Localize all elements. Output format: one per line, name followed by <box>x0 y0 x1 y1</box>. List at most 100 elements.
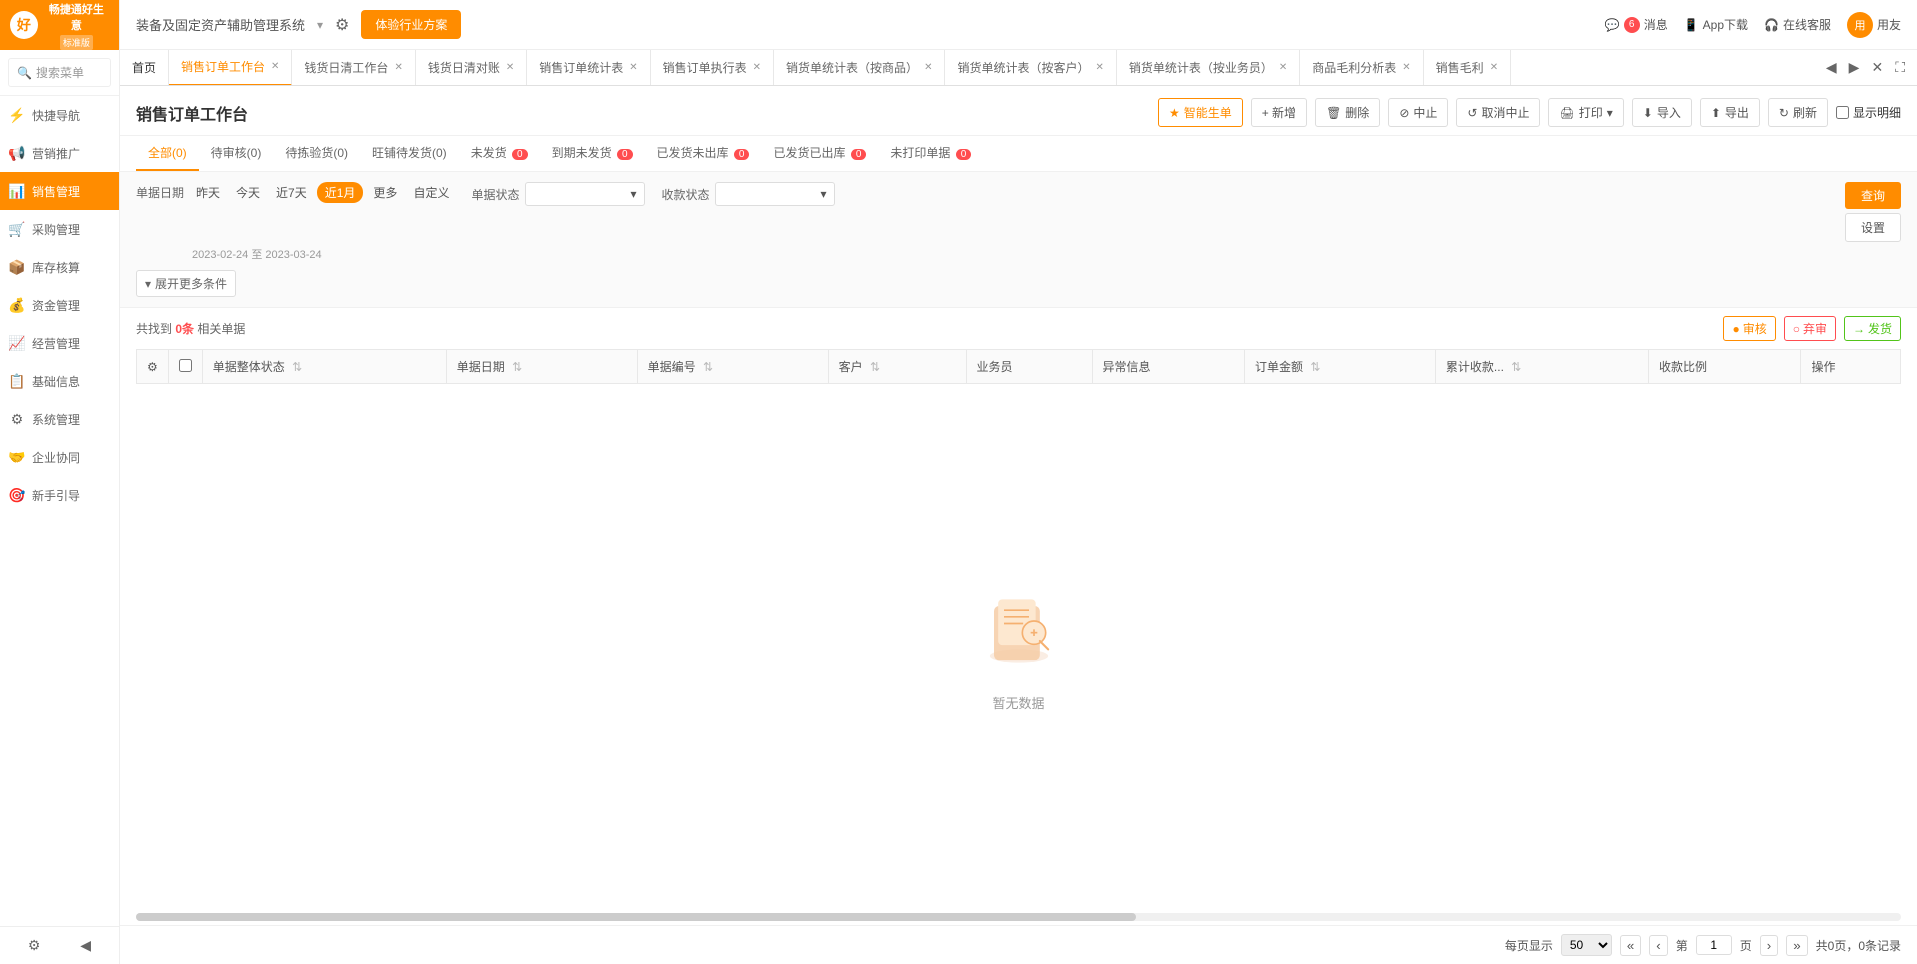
last-page-button[interactable]: » <box>1786 935 1807 956</box>
online-support-item[interactable]: 🎧 在线客服 <box>1764 16 1831 33</box>
sidebar-item-basic[interactable]: 📋 基础信息 <box>0 362 119 400</box>
show-detail-checkbox[interactable] <box>1836 106 1849 119</box>
tab-next-button[interactable]: ▶ <box>1845 57 1864 78</box>
sort-amount-icon[interactable]: ⇅ <box>1310 360 1320 374</box>
tab-close-cash-reconcile[interactable]: ✕ <box>506 62 514 73</box>
tab-sales-product-stat[interactable]: 销货单统计表（按商品） ✕ <box>774 50 945 86</box>
subtab-pending-review[interactable]: 待审核(0) <box>199 136 274 171</box>
subtab-shipped-out[interactable]: 已发货已出库 0 <box>761 136 878 171</box>
trial-button[interactable]: 体验行业方案 <box>361 10 461 39</box>
search-menu-button[interactable]: 🔍 搜索菜单 <box>8 58 111 87</box>
th-settings[interactable]: ⚙ <box>137 350 169 384</box>
sort-date-icon[interactable]: ⇅ <box>512 360 522 374</box>
scrollbar-thumb[interactable] <box>136 913 1136 921</box>
user-name: 用友 <box>1877 16 1901 33</box>
sidebar-item-finance[interactable]: 💰 资金管理 <box>0 286 119 324</box>
prev-page-button[interactable]: ‹ <box>1649 935 1667 956</box>
subtab-wangpu-pending[interactable]: 旺铺待发货(0) <box>360 136 459 171</box>
tab-close-sales-workbench[interactable]: ✕ <box>271 61 279 72</box>
export-button[interactable]: ⬆ 导出 <box>1700 98 1760 127</box>
tab-close-sales-execute[interactable]: ✕ <box>753 62 761 73</box>
tab-maximize-button[interactable]: ⛶ <box>1891 57 1909 78</box>
sort-customer-icon[interactable]: ⇅ <box>870 360 880 374</box>
subtab-pending-inspect[interactable]: 待拣验货(0) <box>273 136 360 171</box>
subtab-shipped-not-out[interactable]: 已发货未出库 0 <box>645 136 762 171</box>
per-page-select[interactable]: 10 20 50 100 <box>1561 934 1612 956</box>
tab-sales-staff-stat[interactable]: 销货单统计表（按业务员） ✕ <box>1117 50 1300 86</box>
tab-close-sales-staff-stat[interactable]: ✕ <box>1279 62 1287 73</box>
tab-cash-reconcile[interactable]: 钱货日清对账 ✕ <box>416 50 527 86</box>
date-1month[interactable]: 近1月 <box>317 182 364 203</box>
sidebar-item-marketing[interactable]: 📢 营销推广 <box>0 134 119 172</box>
reject-button[interactable]: ○ 弃审 <box>1784 316 1836 341</box>
sort-status-icon[interactable]: ⇅ <box>292 360 302 374</box>
subtab-unprinted[interactable]: 未打印单据 0 <box>878 136 983 171</box>
sidebar-item-system[interactable]: ⚙ 系统管理 <box>0 400 119 438</box>
system-label: 系统管理 <box>32 411 80 428</box>
receipt-select[interactable]: ▾ <box>715 182 835 206</box>
tab-sales-workbench[interactable]: 销售订单工作台 ✕ <box>169 50 292 86</box>
tab-prev-button[interactable]: ◀ <box>1822 57 1841 78</box>
search-area[interactable]: 🔍 搜索菜单 <box>0 50 119 96</box>
messages-item[interactable]: 💬 6 消息 <box>1605 16 1668 33</box>
refresh-button[interactable]: ↻ 刷新 <box>1768 98 1828 127</box>
ship-button[interactable]: → 发货 <box>1844 316 1901 341</box>
ai-generate-button[interactable]: ★ 智能生单 <box>1158 98 1243 127</box>
import-button[interactable]: ⬇ 导入 <box>1632 98 1692 127</box>
tab-close-sales-gross[interactable]: ✕ <box>1490 62 1498 73</box>
sidebar-item-sales[interactable]: 📊 销售管理 <box>0 172 119 210</box>
sidebar-item-inventory[interactable]: 📦 库存核算 <box>0 248 119 286</box>
tab-close-all-button[interactable]: ✕ <box>1867 57 1887 78</box>
date-custom[interactable]: 自定义 <box>407 182 455 203</box>
settings-button[interactable]: 设置 <box>1845 213 1901 242</box>
approve-button[interactable]: ● 审核 <box>1723 316 1775 341</box>
topbar-settings-icon[interactable]: ⚙ <box>335 15 349 35</box>
cancel-stop-button[interactable]: ↺ 取消中止 <box>1456 98 1540 127</box>
sidebar-settings-button[interactable]: ⚙ <box>24 935 45 956</box>
tab-close-sales-stat[interactable]: ✕ <box>629 62 637 73</box>
stop-button[interactable]: ⊘ 中止 <box>1388 98 1448 127</box>
tab-close-cash-daily[interactable]: ✕ <box>394 62 402 73</box>
tab-sales-execute[interactable]: 销售订单执行表 ✕ <box>651 50 774 86</box>
sidebar-item-enterprise[interactable]: 🤝 企业协同 <box>0 438 119 476</box>
date-today[interactable]: 今天 <box>230 182 266 203</box>
tab-product-gross[interactable]: 商品毛利分析表 ✕ <box>1300 50 1423 86</box>
tab-cash-daily[interactable]: 钱货日清工作台 ✕ <box>292 50 415 86</box>
th-staff-label: 业务员 <box>977 360 1013 374</box>
date-yesterday[interactable]: 昨天 <box>190 182 226 203</box>
subtab-overdue-unshipped[interactable]: 到期未发货 0 <box>540 136 645 171</box>
subtab-all[interactable]: 全部(0) <box>136 136 199 171</box>
subtab-unshipped[interactable]: 未发货 0 <box>459 136 540 171</box>
user-item[interactable]: 用 用友 <box>1847 12 1901 38</box>
delete-button[interactable]: 🗑 删除 <box>1315 98 1380 127</box>
first-page-button[interactable]: « <box>1620 935 1641 956</box>
sidebar-collapse-button[interactable]: ◀ <box>76 935 95 956</box>
tab-home[interactable]: 首页 <box>120 50 169 86</box>
sidebar-item-newbie[interactable]: 🎯 新手引导 <box>0 476 119 514</box>
horizontal-scrollbar[interactable] <box>136 913 1901 921</box>
th-checkbox[interactable] <box>168 350 202 384</box>
tab-sales-customer-stat[interactable]: 销货单统计表（按客户） ✕ <box>945 50 1116 86</box>
next-page-button[interactable]: › <box>1760 935 1778 956</box>
query-button[interactable]: 查询 <box>1845 182 1901 209</box>
app-download-item[interactable]: 📱 App下载 <box>1684 16 1748 33</box>
add-button[interactable]: + 新增 <box>1251 98 1307 127</box>
print-button[interactable]: 🖨 打印 ▾ <box>1548 98 1623 127</box>
status-select[interactable]: ▾ <box>525 182 645 206</box>
page-input[interactable] <box>1696 935 1732 955</box>
tab-close-sales-customer-stat[interactable]: ✕ <box>1095 62 1103 73</box>
expand-filter-button[interactable]: ▾ 展开更多条件 <box>136 270 236 297</box>
date-7days[interactable]: 近7天 <box>270 182 313 203</box>
select-all-checkbox[interactable] <box>179 359 192 372</box>
date-more[interactable]: 更多 <box>367 182 403 203</box>
sort-collected-icon[interactable]: ⇅ <box>1511 360 1521 374</box>
tab-close-product-gross[interactable]: ✕ <box>1402 62 1410 73</box>
tab-sales-gross[interactable]: 销售毛利 ✕ <box>1424 50 1511 86</box>
tab-sales-stat[interactable]: 销售订单统计表 ✕ <box>527 50 650 86</box>
tab-close-sales-product-stat[interactable]: ✕ <box>924 62 932 73</box>
sort-number-icon[interactable]: ⇅ <box>703 360 713 374</box>
sidebar-item-purchase[interactable]: 🛒 采购管理 <box>0 210 119 248</box>
sidebar-item-quick-nav[interactable]: ⚡ 快捷导航 <box>0 96 119 134</box>
show-detail-label[interactable]: 显示明细 <box>1836 104 1901 121</box>
sidebar-item-operation[interactable]: 📈 经营管理 <box>0 324 119 362</box>
